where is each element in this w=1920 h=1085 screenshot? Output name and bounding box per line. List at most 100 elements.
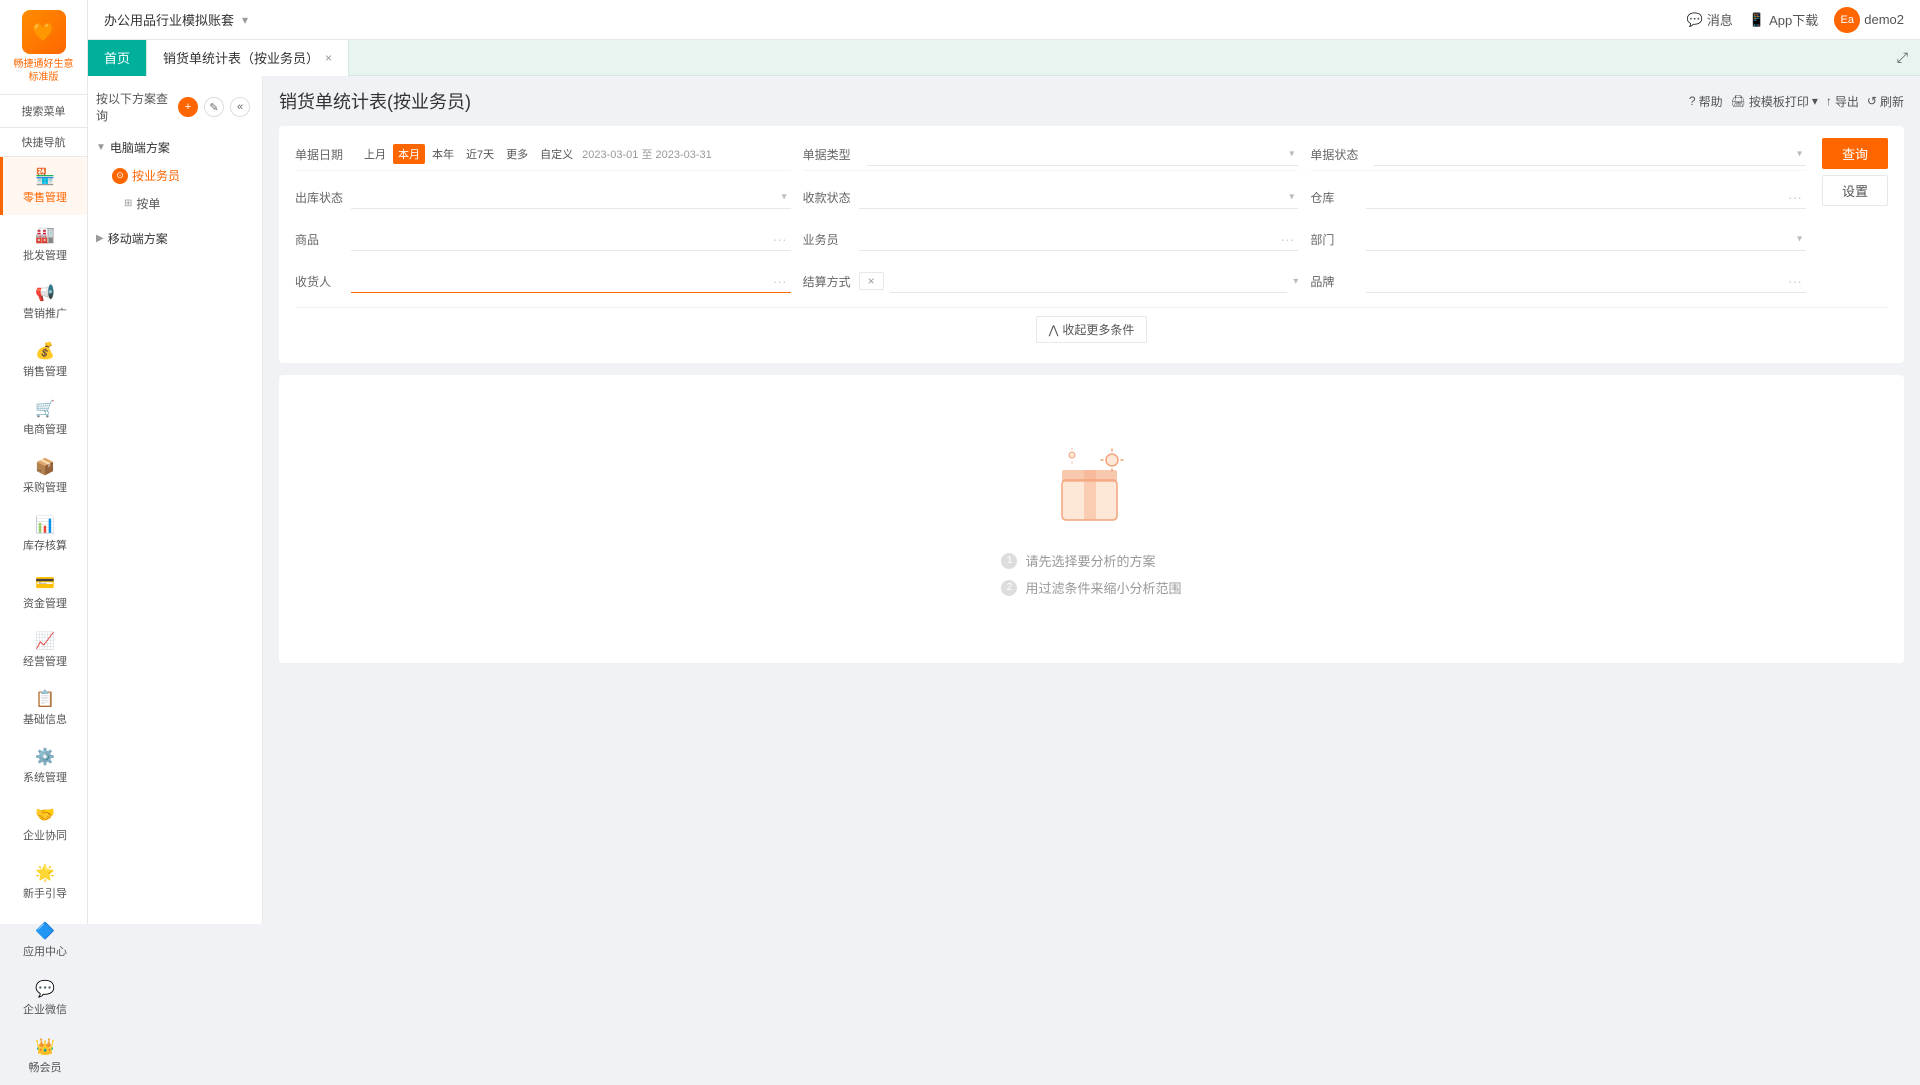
salesperson-dots[interactable]: ··· <box>1280 231 1294 247</box>
help-icon: ? <box>1689 94 1696 108</box>
warehouse-dots[interactable]: ··· <box>1788 189 1802 205</box>
filter-area: 单据日期 上月 本月 本年 近7天 更多 自定义 <box>279 126 1904 363</box>
template-print-btn[interactable]: 🖨 按模板打印 ▾ <box>1731 93 1818 110</box>
hint-1-icon: 1 <box>1001 553 1017 569</box>
purchase-label: 采购管理 <box>23 479 67 495</box>
messages-btn[interactable]: 💬 消息 <box>1687 10 1733 29</box>
empty-hint-2: 2 用过滤条件来缩小分析范围 <box>1001 578 1181 597</box>
panel-desktop-header[interactable]: ▼ 电脑端方案 <box>88 134 262 161</box>
tab-close-btn[interactable]: × <box>325 51 332 65</box>
panel-mobile-header[interactable]: ▶ 移动端方案 <box>88 225 262 252</box>
sidebar-item-retail[interactable]: 🏪 零售管理 <box>0 157 87 215</box>
collapse-btn[interactable]: ⋀ 收起更多条件 <box>1036 316 1148 343</box>
sidebar-item-inventory[interactable]: 📊 库存核算 <box>0 505 87 563</box>
goods-input[interactable] <box>351 227 791 251</box>
receiver-label: 收货人 <box>295 273 351 290</box>
retail-label: 零售管理 <box>23 189 67 205</box>
export-btn[interactable]: ↑ 导出 <box>1826 93 1859 110</box>
date-tab-7days[interactable]: 近7天 <box>461 144 499 164</box>
tab-current[interactable]: 销货单统计表（按业务员） × <box>147 40 349 76</box>
settle-arrow: ▾ <box>1293 276 1298 287</box>
date-tab-more[interactable]: 更多 <box>501 144 533 164</box>
collapse-section: ⋀ 收起更多条件 <box>295 307 1888 351</box>
date-control: 上月 本月 本年 近7天 更多 自定义 2023-03-01 至 2023-03… <box>359 144 791 164</box>
order-type-select[interactable] <box>867 142 1299 166</box>
sidebar-item-sales[interactable]: 💰 销售管理 <box>0 331 87 389</box>
filter-order-status: 单据状态 ▾ <box>1310 138 1806 171</box>
wholesale-label: 批发管理 <box>23 247 67 263</box>
sidebar-item-member[interactable]: 👑 畅会员 <box>0 1027 87 1085</box>
out-status-select[interactable] <box>351 185 791 209</box>
quick-nav-label: 快捷导航 <box>22 137 66 149</box>
sidebar-item-apps[interactable]: 🔷 应用中心 <box>0 911 87 969</box>
panel-edit-btn[interactable]: ✎ <box>204 97 224 117</box>
sidebar-item-system[interactable]: ⚙️ 系统管理 <box>0 737 87 795</box>
sidebar-item-finance[interactable]: 💳 资金管理 <box>0 563 87 621</box>
collect-status-select[interactable] <box>859 185 1299 209</box>
department-select[interactable] <box>1366 227 1806 251</box>
enterprise-icon: 🤝 <box>35 805 55 825</box>
header-dropdown-icon[interactable]: ▾ <box>242 13 248 27</box>
purchase-icon: 📦 <box>35 457 55 477</box>
warehouse-input[interactable] <box>1366 185 1806 209</box>
sidebar-item-ecommerce[interactable]: 🛒 电商管理 <box>0 389 87 447</box>
tab-home[interactable]: 首页 <box>88 40 147 76</box>
collapse-label: 收起更多条件 <box>1062 321 1134 338</box>
quick-nav-item[interactable]: 快捷导航 <box>0 128 87 157</box>
settle-tag-close[interactable]: × <box>868 274 875 288</box>
brand-label: 品牌 <box>1310 273 1366 290</box>
sidebar-item-basic[interactable]: 📋 基础信息 <box>0 679 87 737</box>
panel-actions: + ✎ « <box>178 97 250 117</box>
logo-text: 畅捷通好生意 标准版 <box>14 58 74 84</box>
panel-item-by-salesperson[interactable]: ⊙ 按业务员 <box>88 161 262 190</box>
sidebar-item-marketing[interactable]: 📢 营销推广 <box>0 273 87 331</box>
tab-bar: 首页 销货单统计表（按业务员） × ⤢ <box>88 40 1920 76</box>
user-menu[interactable]: Ea demo2 <box>1834 7 1904 33</box>
page-content: 按以下方案查询 + ✎ « ▼ 电脑端方案 ⊙ 按业务员 ⊞ 按单 <box>88 76 1920 924</box>
top-header: 办公用品行业模拟账套 ▾ 💬 消息 📱 App下载 Ea demo2 <box>88 0 1920 40</box>
date-tab-custom[interactable]: 自定义 <box>535 144 578 164</box>
operations-icon: 📈 <box>35 631 55 651</box>
panel-desktop-section: ▼ 电脑端方案 ⊙ 按业务员 ⊞ 按单 <box>88 130 262 221</box>
brand-dots[interactable]: ··· <box>1788 273 1802 289</box>
ecommerce-label: 电商管理 <box>23 421 67 437</box>
salesperson-label: 业务员 <box>803 231 859 248</box>
sidebar-item-wechat[interactable]: 💬 企业微信 <box>0 969 87 1027</box>
panel-add-btn[interactable]: + <box>178 97 198 117</box>
search-menu-item[interactable]: 搜索菜单 <box>0 95 87 128</box>
panel-collapse-btn[interactable]: « <box>230 97 250 117</box>
finance-label: 资金管理 <box>23 595 67 611</box>
sidebar-item-enterprise[interactable]: 🤝 企业协同 <box>0 795 87 853</box>
hint-1-text: 请先选择要分析的方案 <box>1025 551 1155 570</box>
export-label: 导出 <box>1835 93 1859 110</box>
salesperson-input[interactable] <box>859 227 1299 251</box>
sidebar-item-operations[interactable]: 📈 经营管理 <box>0 621 87 679</box>
date-range-text: 2023-03-01 至 2023-03-31 <box>582 146 712 162</box>
main-area: 办公用品行业模拟账套 ▾ 💬 消息 📱 App下载 Ea demo2 首页 销货… <box>88 0 1920 924</box>
goods-dots[interactable]: ··· <box>773 231 787 247</box>
date-tab-this-month[interactable]: 本月 <box>393 144 425 164</box>
order-status-select[interactable] <box>1374 142 1806 166</box>
refresh-btn[interactable]: ↺ 刷新 <box>1867 93 1904 110</box>
page-title-actions: ? 帮助 🖨 按模板打印 ▾ ↑ 导出 ↺ 刷新 <box>1689 93 1904 110</box>
setting-btn[interactable]: 设置 <box>1822 175 1888 206</box>
sidebar-item-wholesale[interactable]: 🏭 批发管理 <box>0 215 87 273</box>
sidebar-item-purchase[interactable]: 📦 采购管理 <box>0 447 87 505</box>
receiver-input[interactable] <box>351 269 791 293</box>
wechat-label: 企业微信 <box>23 1001 67 1017</box>
app-download-btn[interactable]: 📱 App下载 <box>1749 10 1818 29</box>
receiver-dots[interactable]: ··· <box>773 273 787 289</box>
desktop-arrow-icon: ▼ <box>96 142 106 153</box>
sidebar-item-newbie[interactable]: 🌟 新手引导 <box>0 853 87 911</box>
panel-sub-item-by-order[interactable]: ⊞ 按单 <box>88 190 262 217</box>
query-btn[interactable]: 查询 <box>1822 138 1888 169</box>
active-item-icon: ⊙ <box>112 168 128 184</box>
help-btn[interactable]: ? 帮助 <box>1689 93 1723 110</box>
brand-input[interactable] <box>1366 269 1806 293</box>
refresh-icon: ↺ <box>1867 94 1877 108</box>
date-tab-this-year[interactable]: 本年 <box>427 144 459 164</box>
tab-maximize-btn[interactable]: ⤢ <box>1885 49 1920 66</box>
print-dropdown-icon: ▾ <box>1812 94 1818 108</box>
date-tab-last-month[interactable]: 上月 <box>359 144 391 164</box>
settle-method-select[interactable] <box>890 269 1288 293</box>
